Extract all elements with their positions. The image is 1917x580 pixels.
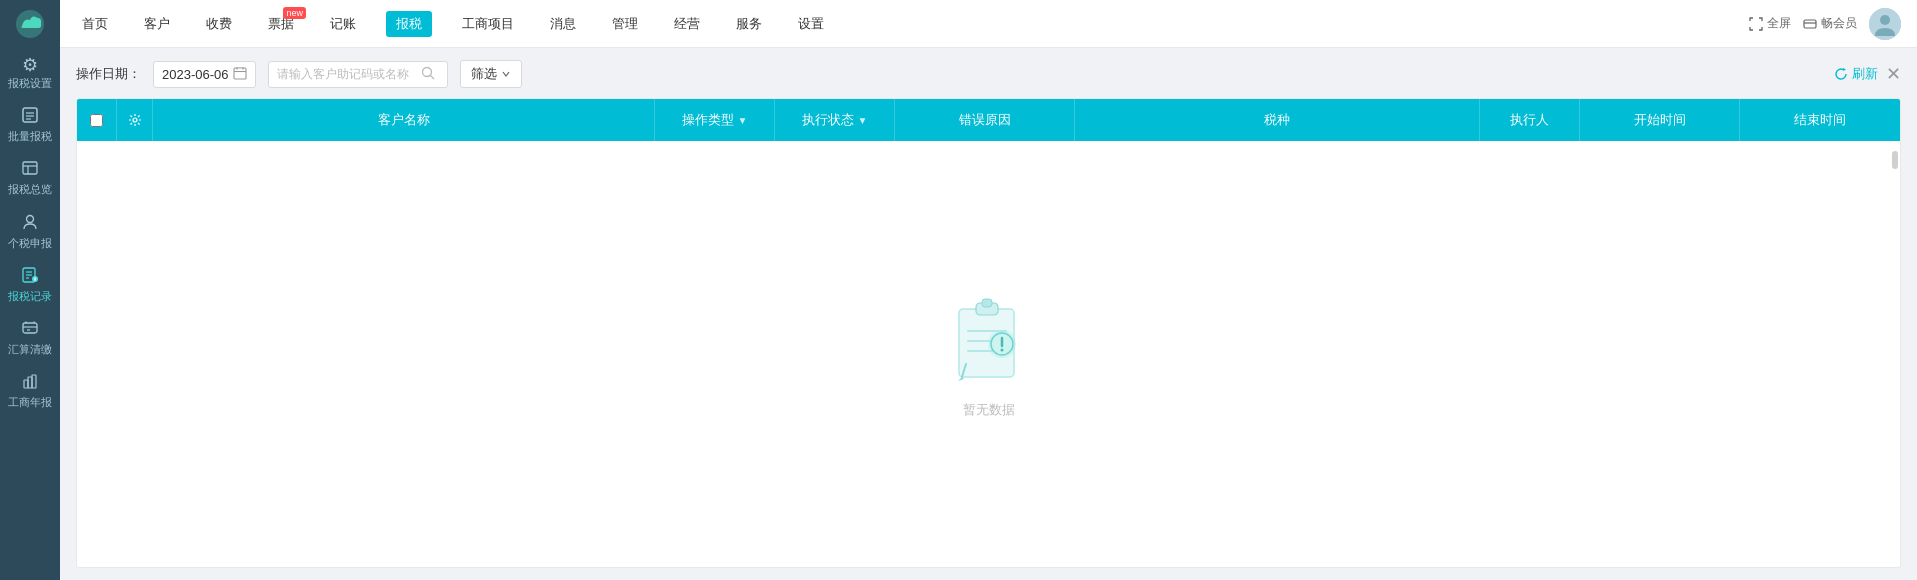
op-type-sort-icon: ▼	[738, 115, 748, 126]
svg-point-8	[27, 215, 34, 222]
date-label: 操作日期：	[76, 65, 141, 83]
th-tax-type: 税种	[1075, 99, 1480, 141]
nav-item-home[interactable]: 首页	[76, 11, 114, 37]
filter-button[interactable]: 筛选	[460, 60, 522, 88]
settlement-icon	[21, 319, 39, 340]
nav-item-manage[interactable]: 管理	[606, 11, 644, 37]
select-all-checkbox[interactable]	[90, 114, 103, 127]
sidebar-item-tax-settings-label: 报税设置	[8, 77, 52, 90]
calendar-icon	[233, 66, 247, 83]
th-op-type[interactable]: 操作类型 ▼	[655, 99, 775, 141]
nav-item-billing[interactable]: 收费	[200, 11, 238, 37]
sidebar-item-tax-settings[interactable]: ⚙ 报税设置	[0, 48, 60, 98]
toolbar-right: 刷新 ✕	[1834, 63, 1901, 85]
nav-item-customer[interactable]: 客户	[138, 11, 176, 37]
th-customer: 客户名称	[153, 99, 655, 141]
nav-item-bookkeeping[interactable]: 记账	[324, 11, 362, 37]
tax-settings-icon: ⚙	[22, 56, 38, 74]
sidebar-item-annual-report-label: 工商年报	[8, 396, 52, 409]
nav-item-message[interactable]: 消息	[544, 11, 582, 37]
th-end-time: 结束时间	[1740, 99, 1900, 141]
sidebar-item-personal-tax-label: 个税申报	[8, 237, 52, 250]
sidebar-item-personal-tax[interactable]: 个税申报	[0, 205, 60, 258]
empty-state: 暂无数据	[944, 289, 1034, 419]
status-sort-icon: ▼	[858, 115, 868, 126]
sidebar-item-annual-report[interactable]: 工商年报	[0, 364, 60, 417]
svg-rect-1	[23, 108, 37, 122]
sidebar-item-settlement[interactable]: 汇算清缴	[0, 311, 60, 364]
svg-rect-21	[24, 380, 28, 388]
sidebar-item-batch-tax-label: 批量报税	[8, 130, 52, 143]
nav-item-business[interactable]: 工商项目	[456, 11, 520, 37]
batch-tax-icon	[21, 106, 39, 127]
nav-item-service[interactable]: 服务	[730, 11, 768, 37]
svg-point-44	[1000, 349, 1003, 352]
user-avatar[interactable]	[1869, 8, 1901, 40]
sidebar-item-tax-overview[interactable]: 报税总览	[0, 151, 60, 204]
filter-label: 筛选	[471, 65, 497, 83]
table-body: 暂无数据	[77, 141, 1900, 567]
th-checkbox[interactable]	[77, 99, 117, 141]
annual-report-icon	[21, 372, 39, 393]
sidebar-item-tax-records-label: 报税记录	[8, 290, 52, 303]
svg-point-32	[422, 67, 431, 76]
th-error: 错误原因	[895, 99, 1075, 141]
svg-point-34	[133, 118, 137, 122]
top-nav: 首页 客户 收费 票据 new 记账 报税 工商项目 消息 管理 经营	[60, 0, 1917, 48]
empty-illustration	[944, 289, 1034, 389]
table-container: 客户名称 操作类型 ▼ 执行状态 ▼ 错误原因 税种 执行人	[76, 98, 1901, 568]
svg-point-27	[1880, 15, 1890, 25]
tax-overview-icon	[21, 159, 39, 180]
sidebar-logo	[0, 0, 60, 48]
table-header: 客户名称 操作类型 ▼ 执行状态 ▼ 错误原因 税种 执行人	[77, 99, 1900, 141]
search-input[interactable]	[277, 67, 417, 81]
toolbar: 操作日期： 2023-06-06	[76, 60, 1901, 88]
invoice-badge: new	[283, 7, 306, 20]
sidebar-item-batch-tax[interactable]: 批量报税	[0, 98, 60, 151]
nav-item-settings[interactable]: 设置	[792, 11, 830, 37]
empty-text: 暂无数据	[963, 401, 1015, 419]
tax-records-icon	[21, 266, 39, 287]
svg-point-15	[35, 280, 36, 281]
refresh-button[interactable]: 刷新	[1834, 65, 1878, 83]
th-start-time: 开始时间	[1580, 99, 1740, 141]
close-button[interactable]: ✕	[1886, 63, 1901, 85]
content-area: 操作日期： 2023-06-06	[60, 48, 1917, 580]
nav-item-operation[interactable]: 经营	[668, 11, 706, 37]
nav-item-tax[interactable]: 报税	[386, 11, 432, 37]
personal-tax-icon	[21, 213, 39, 234]
date-value: 2023-06-06	[162, 67, 229, 82]
nav-right: 全屏 畅会员	[1749, 8, 1901, 40]
th-gear[interactable]	[117, 99, 153, 141]
sidebar-item-settlement-label: 汇算清缴	[8, 343, 52, 356]
th-status[interactable]: 执行状态 ▼	[775, 99, 895, 141]
svg-line-33	[430, 75, 434, 79]
search-box[interactable]	[268, 61, 448, 88]
main-wrapper: 首页 客户 收费 票据 new 记账 报税 工商项目 消息 管理 经营	[60, 0, 1917, 580]
svg-rect-23	[32, 375, 36, 388]
sidebar-item-tax-overview-label: 报税总览	[8, 183, 52, 196]
svg-rect-28	[234, 68, 246, 79]
svg-rect-16	[23, 323, 37, 333]
sidebar-item-tax-records[interactable]: 报税记录	[0, 258, 60, 311]
scrollbar-thumb[interactable]	[1892, 151, 1898, 169]
svg-rect-5	[23, 162, 37, 174]
date-picker[interactable]: 2023-06-06	[153, 61, 256, 88]
fullscreen-btn[interactable]: 全屏	[1749, 15, 1791, 32]
search-icon[interactable]	[421, 66, 435, 83]
nav-item-invoice[interactable]: 票据 new	[262, 11, 300, 37]
refresh-label: 刷新	[1852, 65, 1878, 83]
th-executor: 执行人	[1480, 99, 1580, 141]
svg-rect-24	[1804, 20, 1816, 28]
sidebar: ⚙ 报税设置 批量报税 报税总览	[0, 0, 60, 580]
svg-rect-37	[982, 299, 992, 307]
member-btn[interactable]: 畅会员	[1803, 15, 1857, 32]
